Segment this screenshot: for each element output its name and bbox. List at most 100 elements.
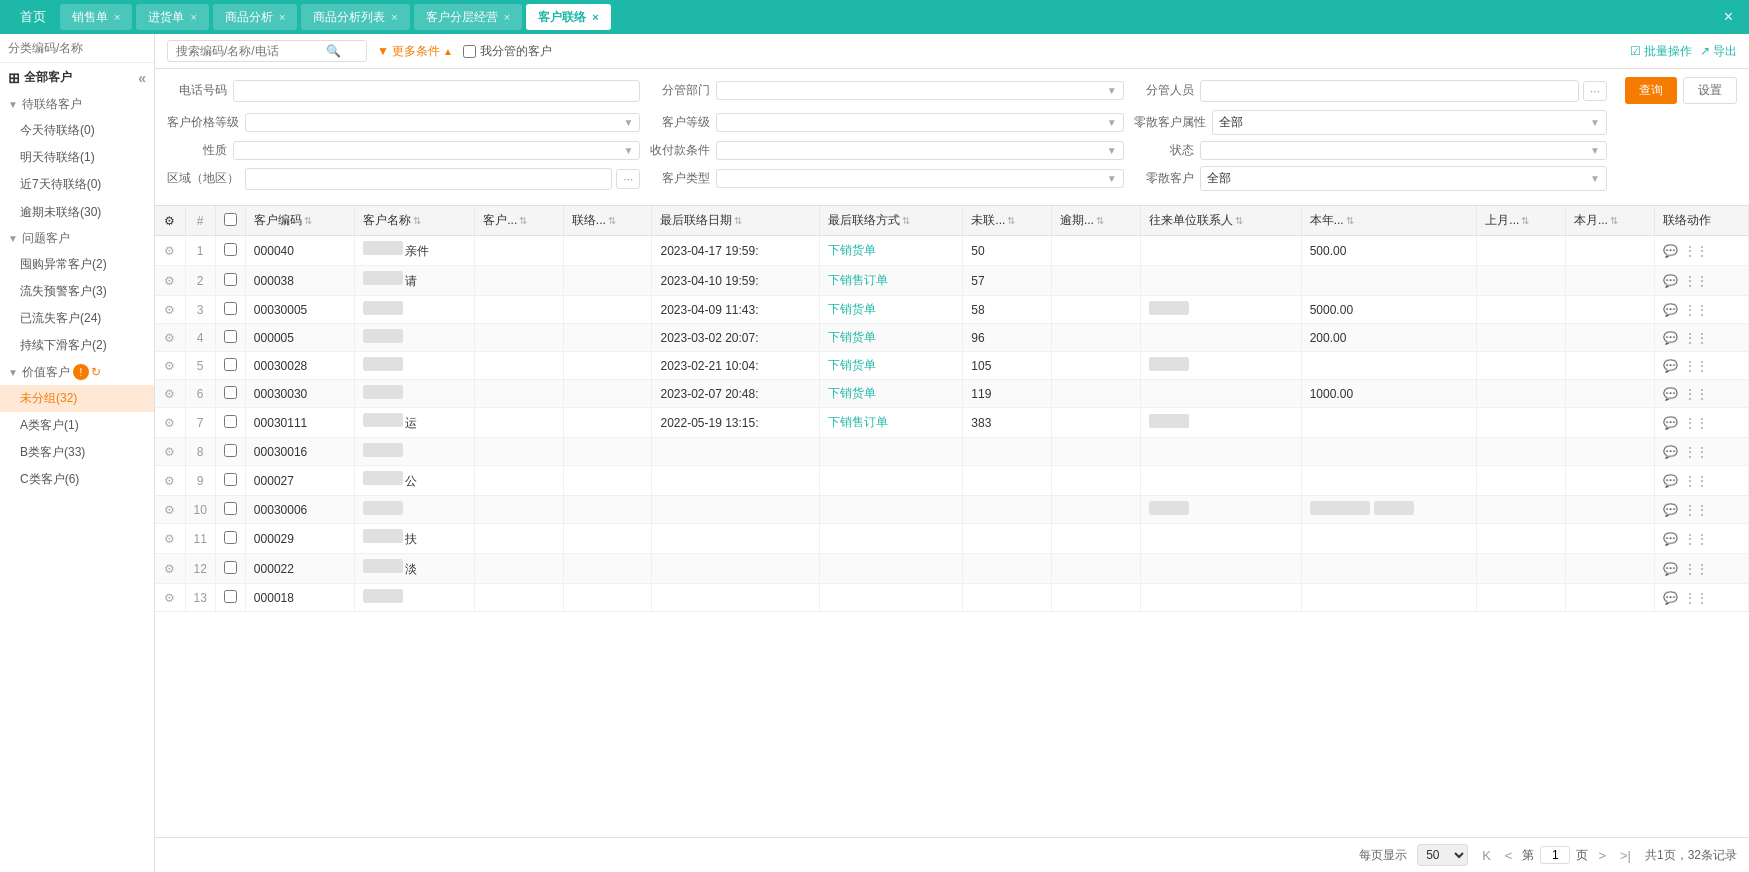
action-chat-icon[interactable]: 💬 (1663, 303, 1678, 317)
region-ellipsis-btn[interactable]: ··· (616, 169, 640, 189)
th-last-month[interactable]: 上月...⇅ (1477, 206, 1566, 236)
price-level-select[interactable]: ▼ (245, 113, 640, 132)
tab-sales[interactable]: 销售单 × (60, 4, 132, 30)
th-last-date[interactable]: 最后联络日期⇅ (652, 206, 819, 236)
search-box[interactable]: 🔍 (167, 40, 367, 62)
search-submit-icon[interactable]: 🔍 (326, 44, 341, 58)
tab-analysis[interactable]: 商品分析 × (213, 4, 297, 30)
row-checkbox[interactable] (224, 273, 237, 286)
th-contact-person[interactable]: 往来单位联系人⇅ (1140, 206, 1301, 236)
action-chat-icon[interactable]: 💬 (1663, 416, 1678, 430)
last-method-link[interactable]: 下销货单 (828, 330, 876, 344)
sidebar-item-hoarding[interactable]: 囤购异常客户(2) (0, 251, 154, 278)
action-menu-icon[interactable]: ⋮⋮ (1684, 591, 1708, 605)
sidebar-collapse-icon[interactable]: « (138, 70, 146, 86)
action-menu-icon[interactable]: ⋮⋮ (1684, 244, 1708, 258)
tab-purchase[interactable]: 进货单 × (136, 4, 208, 30)
region-input[interactable] (245, 168, 612, 190)
th-this-year[interactable]: 本年...⇅ (1301, 206, 1477, 236)
cust-type-select[interactable]: ▼ (716, 169, 1123, 188)
sidebar-item-churning[interactable]: 流失预警客户(3) (0, 278, 154, 305)
last-method-link[interactable]: 下销货单 (828, 302, 876, 316)
action-chat-icon[interactable]: 💬 (1663, 445, 1678, 459)
dept-select[interactable]: ▼ (716, 81, 1123, 100)
home-tab[interactable]: 首页 (8, 0, 58, 34)
action-chat-icon[interactable]: 💬 (1663, 591, 1678, 605)
close-tab-purchase[interactable]: × (190, 11, 196, 23)
manager-ellipsis-btn[interactable]: ··· (1583, 81, 1607, 101)
action-chat-icon[interactable]: 💬 (1663, 274, 1678, 288)
sidebar-item-churned[interactable]: 已流失客户(24) (0, 305, 154, 332)
sidebar-item-7days[interactable]: 近7天待联络(0) (0, 171, 154, 198)
action-chat-icon[interactable]: 💬 (1663, 562, 1678, 576)
sparse-cust-select[interactable]: 全部 ▼ (1200, 166, 1607, 191)
payment-select[interactable]: ▼ (716, 141, 1123, 160)
sidebar-item-overdue[interactable]: 逾期未联络(30) (0, 199, 154, 226)
th-checkbox[interactable] (215, 206, 245, 236)
th-this-month[interactable]: 本月...⇅ (1565, 206, 1654, 236)
action-menu-icon[interactable]: ⋮⋮ (1684, 387, 1708, 401)
first-page-btn[interactable]: K (1478, 847, 1495, 864)
close-tab-analysis-list[interactable]: × (391, 11, 397, 23)
my-customers-checkbox-label[interactable]: 我分管的客户 (463, 43, 552, 60)
sidebar-search-input[interactable] (8, 41, 155, 55)
action-menu-icon[interactable]: ⋮⋮ (1684, 503, 1708, 517)
action-menu-icon[interactable]: ⋮⋮ (1684, 474, 1708, 488)
sidebar-item-unclassified[interactable]: 未分组(32) (0, 385, 154, 412)
sidebar-item-tomorrow[interactable]: 明天待联络(1) (0, 144, 154, 171)
last-method-link[interactable]: 下销货单 (828, 243, 876, 257)
sidebar-item-classC[interactable]: C类客户(6) (0, 466, 154, 493)
sidebar-group-pending[interactable]: ▼ 待联络客户 (0, 92, 154, 117)
action-menu-icon[interactable]: ⋮⋮ (1684, 274, 1708, 288)
row-checkbox[interactable] (224, 415, 237, 428)
tab-analysis-list[interactable]: 商品分析列表 × (301, 4, 409, 30)
close-window-button[interactable]: × (1716, 8, 1741, 26)
action-chat-icon[interactable]: 💬 (1663, 359, 1678, 373)
action-chat-icon[interactable]: 💬 (1663, 503, 1678, 517)
action-menu-icon[interactable]: ⋮⋮ (1684, 416, 1708, 430)
action-chat-icon[interactable]: 💬 (1663, 244, 1678, 258)
row-checkbox[interactable] (224, 243, 237, 256)
th-gear[interactable]: ⚙ (155, 206, 185, 236)
th-contact[interactable]: 联络...⇅ (563, 206, 652, 236)
row-checkbox[interactable] (224, 386, 237, 399)
row-checkbox[interactable] (224, 473, 237, 486)
action-menu-icon[interactable]: ⋮⋮ (1684, 445, 1708, 459)
search-button[interactable]: 查询 (1625, 77, 1677, 104)
row-checkbox[interactable] (224, 358, 237, 371)
phone-input[interactable] (233, 80, 640, 102)
status-select[interactable]: ▼ (1200, 141, 1607, 160)
action-chat-icon[interactable]: 💬 (1663, 387, 1678, 401)
nature-select[interactable]: ▼ (233, 141, 640, 160)
reset-button[interactable]: 设置 (1683, 77, 1737, 104)
refresh-icon[interactable]: ↻ (91, 365, 101, 379)
select-all-checkbox[interactable] (224, 213, 237, 226)
row-checkbox[interactable] (224, 444, 237, 457)
search-input[interactable] (176, 44, 326, 58)
th-code[interactable]: 客户编码⇅ (245, 206, 354, 236)
tab-customer-contact[interactable]: 客户联络 × (526, 4, 610, 30)
row-checkbox[interactable] (224, 330, 237, 343)
action-chat-icon[interactable]: 💬 (1663, 474, 1678, 488)
th-overdue[interactable]: 逾期...⇅ (1051, 206, 1140, 236)
action-menu-icon[interactable]: ⋮⋮ (1684, 562, 1708, 576)
action-menu-icon[interactable]: ⋮⋮ (1684, 359, 1708, 373)
page-number-input[interactable] (1540, 846, 1570, 864)
cust-level-select[interactable]: ▼ (716, 113, 1123, 132)
th-last-method[interactable]: 最后联络方式⇅ (819, 206, 963, 236)
action-menu-icon[interactable]: ⋮⋮ (1684, 532, 1708, 546)
last-method-link[interactable]: 下销货单 (828, 358, 876, 372)
per-page-select[interactable]: 50 100 200 (1417, 844, 1468, 866)
close-tab-customer-contact[interactable]: × (592, 11, 598, 23)
sidebar-group-problem[interactable]: ▼ 问题客户 (0, 226, 154, 251)
th-name[interactable]: 客户名称⇅ (354, 206, 475, 236)
row-checkbox[interactable] (224, 502, 237, 515)
sidebar-item-classA[interactable]: A类客户(1) (0, 412, 154, 439)
last-page-btn[interactable]: >| (1616, 847, 1635, 864)
close-tab-sales[interactable]: × (114, 11, 120, 23)
action-menu-icon[interactable]: ⋮⋮ (1684, 331, 1708, 345)
row-checkbox[interactable] (224, 561, 237, 574)
close-tab-customer-tier[interactable]: × (504, 11, 510, 23)
action-chat-icon[interactable]: 💬 (1663, 532, 1678, 546)
tab-customer-tier[interactable]: 客户分层经营 × (414, 4, 522, 30)
